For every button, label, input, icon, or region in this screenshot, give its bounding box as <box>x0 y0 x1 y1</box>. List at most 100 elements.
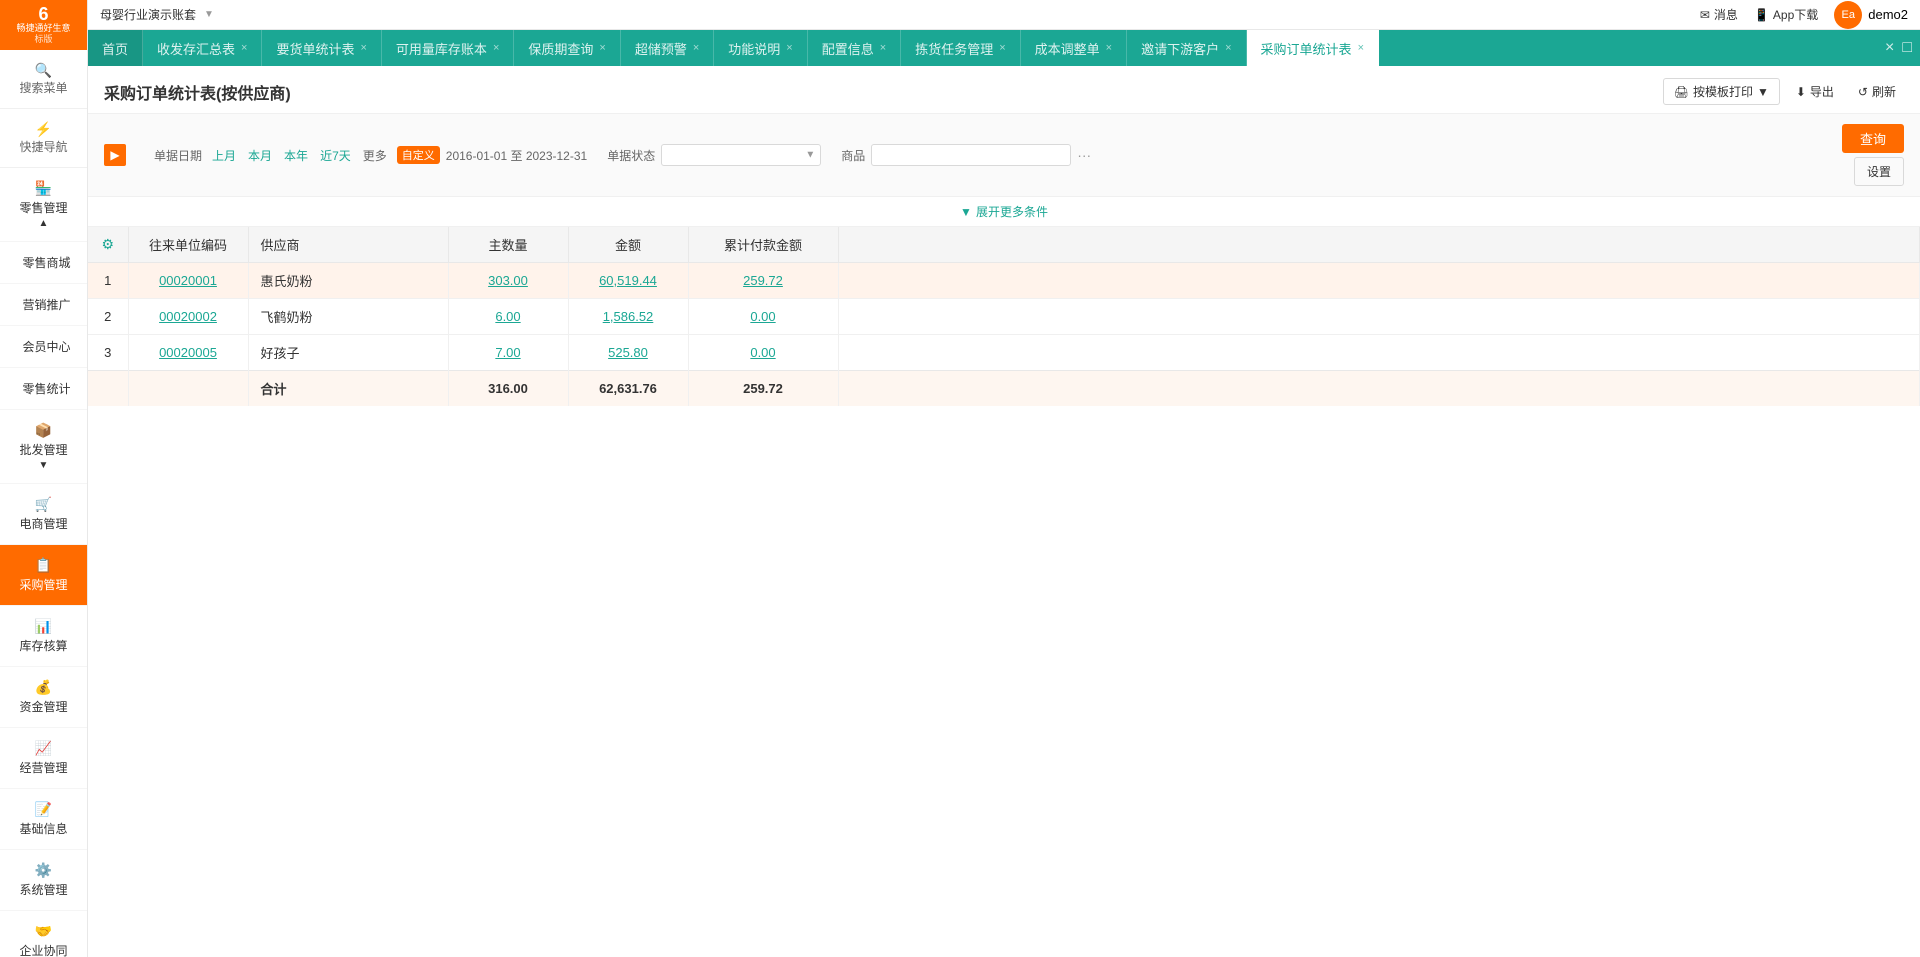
sidebar-item-purchase-mgmt[interactable]: 📋 采购管理 <box>0 545 87 606</box>
tab-close-pick-task[interactable]: × <box>999 42 1005 54</box>
date-filter-label: 单据日期 <box>154 147 202 164</box>
cell-amount-2[interactable]: 525.80 <box>568 335 688 371</box>
cell-amount-1[interactable]: 1,586.52 <box>568 299 688 335</box>
tab-invite-customer[interactable]: 邀请下游客户 × <box>1127 30 1246 66</box>
table-row: 3 00020005 好孩子 7.00 525.80 0.00 <box>88 335 1920 371</box>
date-btn-this-year[interactable]: 本年 <box>280 145 312 166</box>
avatar: Ea <box>1834 1 1862 29</box>
print-button[interactable]: 🖨 按模板打印 ▼ <box>1663 78 1780 105</box>
refresh-button[interactable]: ↺ 刷新 <box>1850 79 1904 104</box>
quick-nav-button[interactable]: ⚡ 快捷导航 <box>6 117 81 159</box>
data-table-area: ⚙ 往来单位编码 供应商 主数量 金额 <box>88 227 1920 957</box>
sidebar-item-inventory-check[interactable]: 📊 库存核算 <box>0 606 87 667</box>
filter-date-item: 单据日期 上月 本月 本年 近7天 更多 自定义 2016-01-01 至 20… <box>154 145 587 166</box>
tab-purchase-stats[interactable]: 采购订单统计表 × <box>1247 30 1379 66</box>
footer-empty-1 <box>88 371 128 407</box>
sidebar-logo: 6 畅捷通好生意 标版 <box>0 0 87 50</box>
custom-date-badge[interactable]: 自定义 <box>397 146 440 164</box>
sidebar-item-retail-mgmt[interactable]: 🏪 零售管理 ▲ <box>0 168 87 242</box>
cell-qty-1[interactable]: 6.00 <box>448 299 568 335</box>
status-select[interactable]: 全部 待审核 已审核 已完成 <box>661 144 821 166</box>
cell-no-2: 3 <box>88 335 128 371</box>
sidebar-item-basic-info[interactable]: 📝 基础信息 <box>0 789 87 850</box>
filter-toggle-button[interactable]: ▶ <box>104 144 126 166</box>
tab-goods-stats[interactable]: 要货单统计表 × <box>262 30 381 66</box>
sidebar-item-wholesale-mgmt[interactable]: 📦 批发管理 ▼ <box>0 410 87 484</box>
cell-supplier-2: 好孩子 <box>248 335 448 371</box>
settings-col-icon[interactable]: ⚙ <box>101 236 114 252</box>
search-menu-button[interactable]: 🔍 搜索菜单 <box>6 58 81 100</box>
user-menu-button[interactable]: Ea demo2 <box>1834 1 1908 29</box>
footer-empty-2 <box>128 371 248 407</box>
table-footer-row: 合计 316.00 62,631.76 259.72 <box>88 371 1920 407</box>
date-btn-more[interactable]: 更多 <box>359 145 391 166</box>
footer-label: 合计 <box>248 371 448 407</box>
cell-code-0[interactable]: 00020001 <box>128 263 248 299</box>
cell-qty-2[interactable]: 7.00 <box>448 335 568 371</box>
tab-overstock-warning[interactable]: 超储预警 × <box>621 30 714 66</box>
refresh-icon: ↺ <box>1858 85 1868 99</box>
tab-pick-task[interactable]: 拣货任务管理 × <box>901 30 1020 66</box>
status-filter-label: 单据状态 <box>607 147 655 164</box>
tab-close-expiry-query[interactable]: × <box>599 42 605 54</box>
tab-close-receive-summary[interactable]: × <box>241 42 247 54</box>
cell-code-2[interactable]: 00020005 <box>128 335 248 371</box>
cell-code-1[interactable]: 00020002 <box>128 299 248 335</box>
cell-paid-1[interactable]: 0.00 <box>688 299 838 335</box>
app-download-button[interactable]: 📱 App下载 <box>1754 6 1818 23</box>
date-btn-this-month[interactable]: 本月 <box>244 145 276 166</box>
cell-supplier-1: 飞鹤奶粉 <box>248 299 448 335</box>
sidebar-item-marketing[interactable]: 营销推广 <box>0 284 87 326</box>
tab-close-config-info[interactable]: × <box>880 42 886 54</box>
sidebar-item-system-mgmt[interactable]: ⚙️ 系统管理 <box>0 850 87 911</box>
goods-search-input[interactable] <box>871 144 1071 166</box>
tabbar: 首页 收发存汇总表 × 要货单统计表 × 可用量库存账本 × 保质期查询 × 超… <box>88 30 1920 66</box>
main-area: 母婴行业演示账套 ▼ ✉ 消息 📱 App下载 Ea demo2 首页 <box>88 0 1920 957</box>
goods-more-icon[interactable]: ··· <box>1077 147 1091 163</box>
sidebar-item-member-center[interactable]: 会员中心 <box>0 326 87 368</box>
topbar-right: ✉ 消息 📱 App下载 Ea demo2 <box>1700 1 1908 29</box>
cell-qty-0[interactable]: 303.00 <box>448 263 568 299</box>
tab-close-usable-inventory[interactable]: × <box>493 42 499 54</box>
tab-receive-summary[interactable]: 收发存汇总表 × <box>143 30 262 66</box>
print-icon: 🖨 <box>1674 85 1689 99</box>
print-dropdown-icon: ▼ <box>1757 85 1769 99</box>
query-button[interactable]: 查询 <box>1842 124 1904 153</box>
sidebar-item-enterprise-coop[interactable]: 🤝 企业协同 <box>0 911 87 957</box>
footer-amount: 62,631.76 <box>568 371 688 407</box>
app-download-icon: 📱 <box>1754 8 1769 22</box>
tabbar-actions: × □ <box>1885 39 1920 57</box>
tab-close-invite-customer[interactable]: × <box>1225 42 1231 54</box>
sidebar-item-operation-mgmt[interactable]: 📈 经营管理 <box>0 728 87 789</box>
cell-no-1: 2 <box>88 299 128 335</box>
date-btn-7days[interactable]: 近7天 <box>316 145 355 166</box>
date-btn-last-month[interactable]: 上月 <box>208 145 240 166</box>
sidebar-item-retail-stats[interactable]: 零售统计 <box>0 368 87 410</box>
tab-usable-inventory[interactable]: 可用量库存账本 × <box>382 30 514 66</box>
expand-more-button[interactable]: ▼ 展开更多条件 <box>960 203 1048 220</box>
export-button[interactable]: ⬇ 导出 <box>1788 79 1842 104</box>
tab-close-overstock-warning[interactable]: × <box>693 42 699 54</box>
cell-paid-0[interactable]: 259.72 <box>688 263 838 299</box>
col-header-check: ⚙ <box>88 227 128 263</box>
message-button[interactable]: ✉ 消息 <box>1700 6 1738 23</box>
tab-close-goods-stats[interactable]: × <box>360 42 366 54</box>
tab-cost-adjust[interactable]: 成本调整单 × <box>1021 30 1127 66</box>
close-all-tabs-button[interactable]: × <box>1885 39 1894 57</box>
sidebar-item-ecommerce-mgmt[interactable]: 🛒 电商管理 <box>0 484 87 545</box>
cell-paid-2[interactable]: 0.00 <box>688 335 838 371</box>
tab-close-function-desc[interactable]: × <box>786 42 792 54</box>
sidebar-item-finance-mgmt[interactable]: 💰 资金管理 <box>0 667 87 728</box>
maximize-button[interactable]: □ <box>1902 39 1912 57</box>
workspace-dropdown-icon[interactable]: ▼ <box>204 9 214 20</box>
tab-config-info[interactable]: 配置信息 × <box>808 30 901 66</box>
cell-amount-0[interactable]: 60,519.44 <box>568 263 688 299</box>
tab-home[interactable]: 首页 <box>88 30 143 66</box>
tab-expiry-query[interactable]: 保质期查询 × <box>514 30 620 66</box>
tab-close-cost-adjust[interactable]: × <box>1106 42 1112 54</box>
tab-function-desc[interactable]: 功能说明 × <box>714 30 807 66</box>
settings-button[interactable]: 设置 <box>1854 157 1904 186</box>
sidebar-item-retail-store[interactable]: 零售商城 <box>0 242 87 284</box>
message-icon: ✉ <box>1700 8 1710 22</box>
tab-close-purchase-stats[interactable]: × <box>1358 42 1364 54</box>
